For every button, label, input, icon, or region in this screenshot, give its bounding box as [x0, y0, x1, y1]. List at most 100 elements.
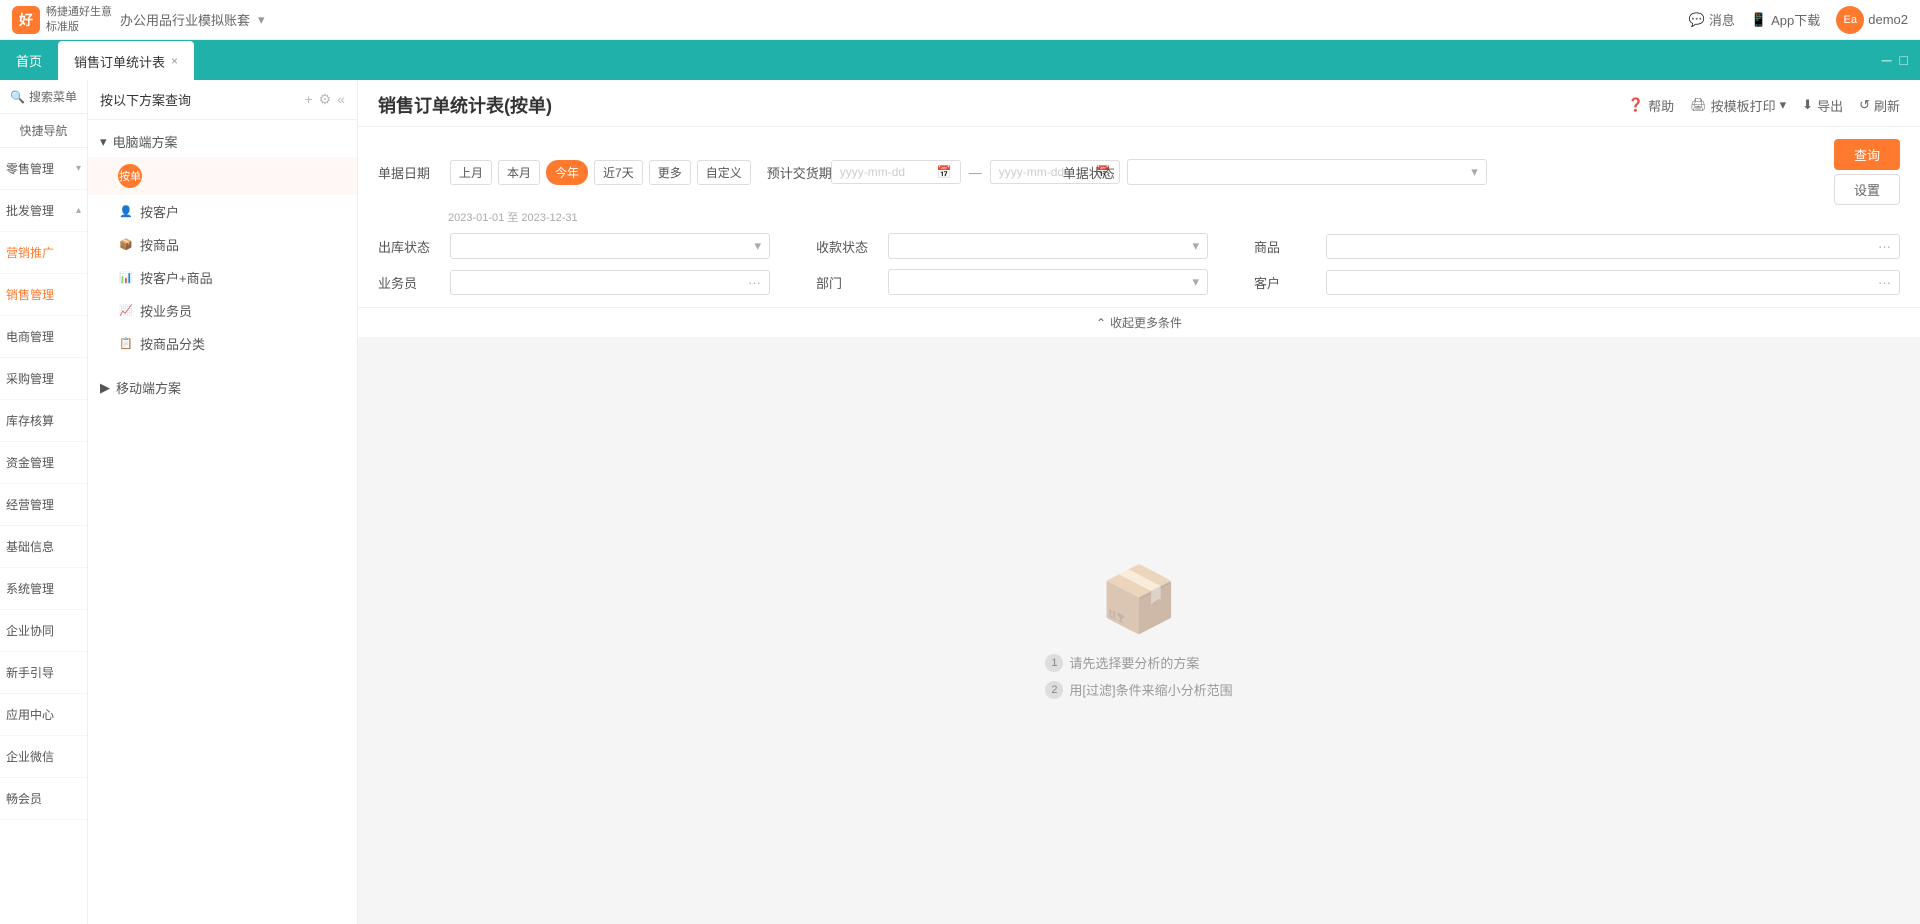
collapse-row[interactable]: ⌃ 收起更多条件: [358, 307, 1920, 337]
payment-select-arrow: ▾: [1192, 238, 1199, 254]
expected-date-label: 预计交货期: [767, 163, 823, 182]
scheme-item-by-salesman[interactable]: 📈 按业务员: [88, 294, 357, 327]
sidebar-item-marketing[interactable]: 营销推广: [0, 232, 87, 274]
customer-select[interactable]: ···: [1326, 270, 1900, 295]
date-placeholder-1: yyyy-mm-dd: [840, 165, 905, 179]
active-dot: 按单: [118, 164, 142, 188]
tab-home[interactable]: 首页: [0, 40, 58, 80]
sidebar-item-purchase[interactable]: 采购管理: [0, 358, 87, 400]
refresh-icon: ↺: [1859, 97, 1870, 113]
export-btn[interactable]: ⬇ 导出: [1802, 96, 1843, 115]
tab-minimize-icon[interactable]: ─: [1882, 52, 1892, 68]
salesman-select[interactable]: ···: [450, 270, 770, 295]
user-area[interactable]: Ea demo2: [1836, 6, 1908, 34]
empty-state-tips: 1 请先选择要分析的方案 2 用[过滤]条件来缩小分析范围: [1045, 653, 1232, 699]
date-range-display: 2023-01-01 至 2023-12-31: [448, 209, 1900, 225]
scheme-item-by-category[interactable]: 📋 按商品分类: [88, 327, 357, 360]
date-btn-custom[interactable]: 自定义: [697, 160, 751, 185]
sidebar-item-wechat[interactable]: 企业微信: [0, 736, 87, 778]
logo-area: 好 畅捷通好生意 标准版: [12, 5, 112, 34]
sidebar-item-appcenter[interactable]: 应用中心: [0, 694, 87, 736]
setting-btn[interactable]: 设置: [1834, 174, 1900, 205]
sidebar-item-system[interactable]: 系统管理: [0, 568, 87, 610]
tab-close-icon[interactable]: ×: [171, 54, 178, 68]
sidebar-search[interactable]: 🔍 搜索菜单: [0, 80, 87, 114]
sidebar-item-finance[interactable]: 资金管理: [0, 442, 87, 484]
refresh-btn[interactable]: ↺ 刷新: [1859, 96, 1900, 115]
date-btn-this-year[interactable]: 今年: [546, 160, 588, 185]
shipment-select[interactable]: ▾: [450, 233, 770, 259]
dropdown-icon[interactable]: ▾: [258, 12, 265, 28]
sidebar-item-inventory[interactable]: 库存核算: [0, 400, 87, 442]
page-header-actions: ❓ 帮助 🖨 按模板打印 ▾ ⬇ 导出 ↺ 刷新: [1628, 96, 1900, 115]
dept-select[interactable]: ▾: [888, 269, 1208, 295]
collapse-icon: ⌃: [1096, 316, 1106, 330]
chevron-right-icon: ▾: [76, 163, 81, 174]
message-btn[interactable]: 💬 消息: [1689, 10, 1735, 29]
tab-maximize-icon[interactable]: □: [1900, 52, 1908, 68]
date-btn-7days[interactable]: 近7天: [594, 160, 643, 185]
export-icon: ⬇: [1802, 97, 1813, 113]
sidebar-item-sales[interactable]: 销售管理: [0, 274, 87, 316]
status-select-arrow: ▾: [1471, 164, 1478, 180]
salesman-label: 业务员: [378, 273, 434, 292]
app-download-btn[interactable]: 📱 App下载: [1751, 10, 1820, 29]
print-icon: 🖨: [1690, 97, 1707, 113]
date-btn-this-month[interactable]: 本月: [498, 160, 540, 185]
sidebar-item-guide[interactable]: 新手引导: [0, 652, 87, 694]
chevron-down-icon: ▾: [100, 134, 107, 150]
desktop-group-title[interactable]: ▾ 电脑端方案: [88, 126, 357, 157]
sidebar-item-retail[interactable]: 零售管理 ▾: [0, 148, 87, 190]
sidebar-item-wholesale[interactable]: 批发管理 ▴: [0, 190, 87, 232]
mobile-scheme-group: ▶ 移动端方案: [88, 366, 357, 409]
sidebar: 🔍 搜索菜单 快捷导航 零售管理 ▾ 批发管理 ▴ 营销推广 销售管理 电商管理…: [0, 80, 88, 924]
sidebar-quick-nav[interactable]: 快捷导航: [0, 114, 87, 148]
salesman-more-icon[interactable]: ···: [748, 275, 761, 290]
main-layout: 🔍 搜索菜单 快捷导航 零售管理 ▾ 批发管理 ▴ 营销推广 销售管理 电商管理…: [0, 80, 1920, 924]
sidebar-item-basic[interactable]: 基础信息: [0, 526, 87, 568]
sidebar-item-vip[interactable]: 畅会员: [0, 778, 87, 820]
payment-select[interactable]: ▾: [888, 233, 1208, 259]
scheme-item-by-goods[interactable]: 📦 按商品: [88, 228, 357, 261]
left-panel: 按以下方案查询 + ⚙ « ▾ 电脑端方案 按单 👤: [88, 80, 358, 924]
help-icon: ❓: [1628, 97, 1644, 113]
customer-more-icon[interactable]: ···: [1878, 275, 1891, 290]
date-btn-more[interactable]: 更多: [649, 160, 691, 185]
print-dropdown-icon[interactable]: ▾: [1780, 97, 1787, 113]
sidebar-item-cooperation[interactable]: 企业协同: [0, 610, 87, 652]
sidebar-item-operation[interactable]: 经营管理: [0, 484, 87, 526]
expected-date-start[interactable]: yyyy-mm-dd 📅: [831, 160, 961, 184]
status-select[interactable]: ▾: [1127, 159, 1487, 185]
payment-label: 收款状态: [816, 237, 872, 256]
date-label: 单据日期: [378, 163, 434, 182]
goods-select[interactable]: ···: [1326, 234, 1900, 259]
mobile-group-title[interactable]: ▶ 移动端方案: [88, 372, 357, 403]
help-btn[interactable]: ❓ 帮助: [1628, 96, 1674, 115]
customer-icon: 👤: [118, 204, 134, 220]
date-btn-last-month[interactable]: 上月: [450, 160, 492, 185]
tab-sales-order[interactable]: 销售订单统计表 ×: [58, 41, 194, 81]
shipment-select-arrow: ▾: [754, 238, 761, 254]
print-btn[interactable]: 🖨 按模板打印 ▾: [1690, 96, 1786, 115]
scheme-item-by-customer[interactable]: 👤 按客户: [88, 195, 357, 228]
collapse-panel-icon[interactable]: «: [337, 91, 345, 108]
left-panel-title: 按以下方案查询: [100, 90, 191, 109]
left-panel-actions: + ⚙ «: [304, 91, 345, 108]
search-btn[interactable]: 查询: [1834, 139, 1900, 170]
scheme-item-by-order[interactable]: 按单: [88, 157, 357, 195]
goods-more-icon[interactable]: ···: [1878, 239, 1891, 254]
settings-scheme-icon[interactable]: ⚙: [319, 91, 332, 108]
tip-num-1: 1: [1045, 654, 1063, 672]
calendar-icon-1[interactable]: 📅: [937, 165, 952, 179]
tab-bar-actions: ─ □: [1882, 52, 1920, 68]
top-bar-title: 办公用品行业模拟账套: [120, 10, 250, 29]
status-filter-group: 单据状态 ▾: [1063, 159, 1403, 185]
scheme-item-by-customer-goods[interactable]: 📊 按客户+商品: [88, 261, 357, 294]
sidebar-item-ecommerce[interactable]: 电商管理: [0, 316, 87, 358]
dept-label: 部门: [816, 273, 872, 292]
add-scheme-icon[interactable]: +: [304, 91, 312, 108]
search-icon: 🔍: [10, 90, 25, 104]
date-separator: —: [969, 165, 982, 180]
logo-icon: 好: [12, 6, 40, 34]
empty-state: 📦 1 请先选择要分析的方案 2 用[过滤]条件来缩小分析范围: [358, 337, 1920, 924]
